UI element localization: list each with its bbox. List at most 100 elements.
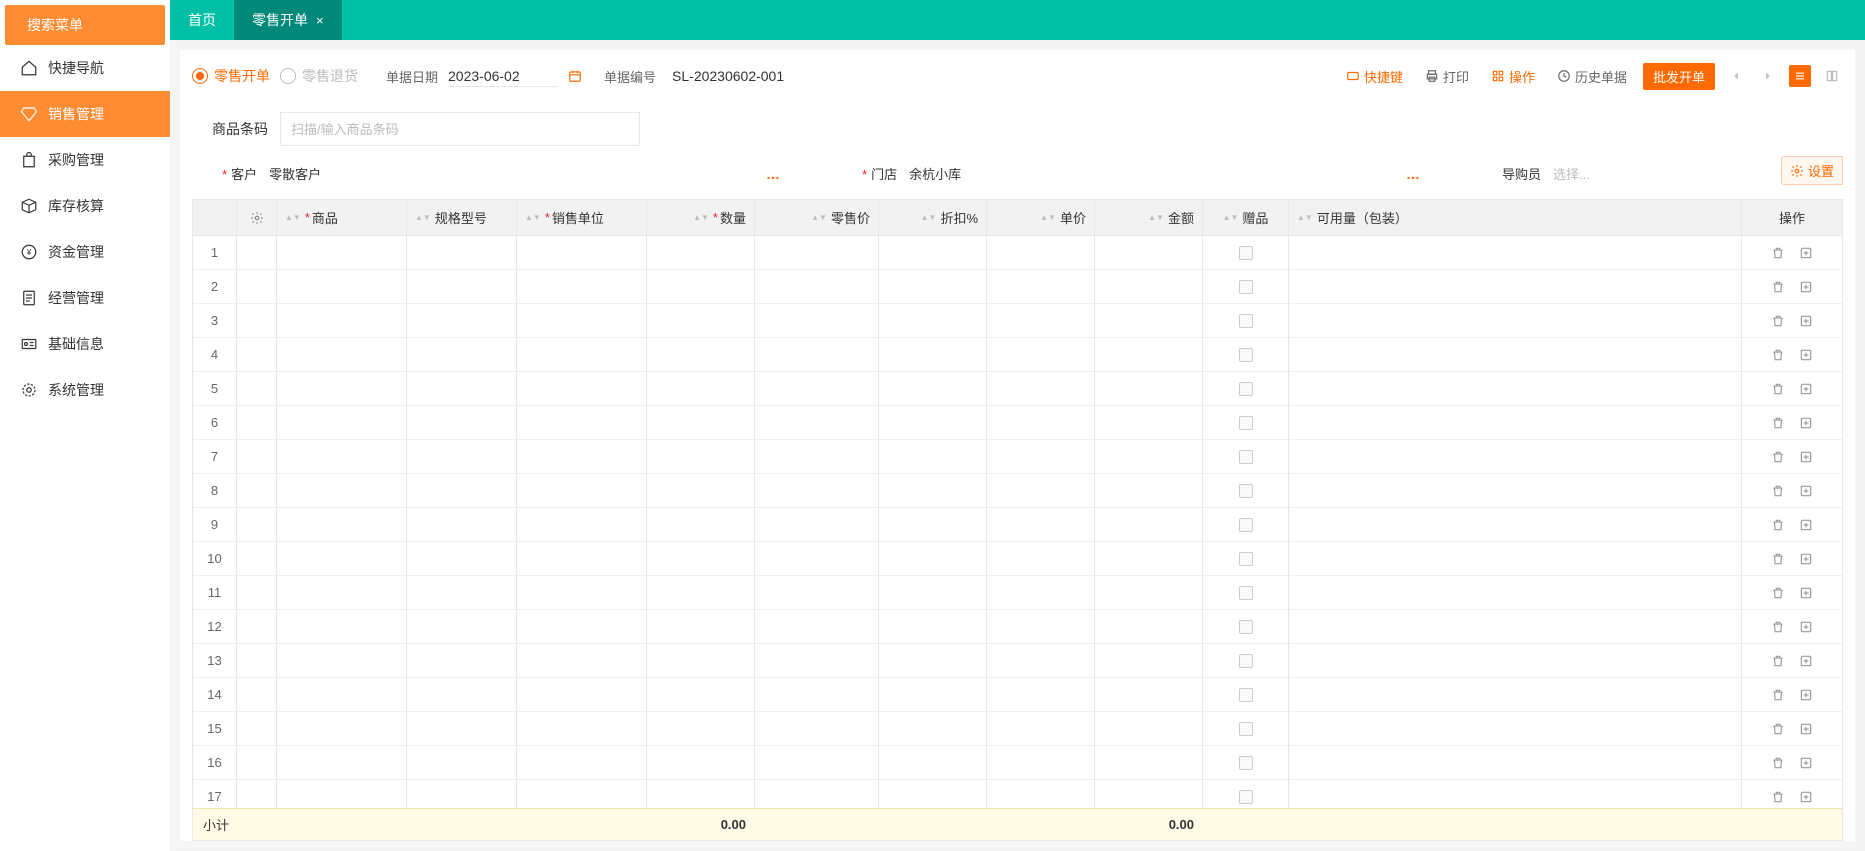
cell-discount[interactable] (879, 236, 987, 269)
cell-price[interactable] (755, 304, 879, 337)
batch-order-button[interactable]: 批发开单 (1643, 63, 1715, 90)
cell-unit[interactable] (517, 372, 647, 405)
cell-price[interactable] (755, 236, 879, 269)
cell-discount[interactable] (879, 440, 987, 473)
checkbox[interactable] (1239, 314, 1253, 328)
operate-button[interactable]: 操作 (1485, 67, 1541, 86)
cell-amount[interactable] (1095, 576, 1203, 609)
cell-amount[interactable] (1095, 236, 1203, 269)
cell-amount[interactable] (1095, 678, 1203, 711)
cell-price[interactable] (755, 610, 879, 643)
cell-gift[interactable] (1203, 644, 1289, 677)
delete-icon[interactable] (1770, 483, 1786, 499)
cell-qty[interactable] (647, 576, 755, 609)
guide-field[interactable]: 导购员 选择... (1502, 164, 1590, 183)
add-row-icon[interactable] (1798, 687, 1814, 703)
delete-icon[interactable] (1770, 245, 1786, 261)
cell-unit[interactable] (517, 746, 647, 779)
cell-amount[interactable] (1095, 712, 1203, 745)
cell-unit[interactable] (517, 542, 647, 575)
cell-amount[interactable] (1095, 406, 1203, 439)
cell-unit-price[interactable] (987, 542, 1095, 575)
cell-gift[interactable] (1203, 508, 1289, 541)
cell-amount[interactable] (1095, 610, 1203, 643)
cell-gift[interactable] (1203, 712, 1289, 745)
checkbox[interactable] (1239, 348, 1253, 362)
cell-discount[interactable] (879, 508, 987, 541)
cell-qty[interactable] (647, 508, 755, 541)
cell-gift[interactable] (1203, 406, 1289, 439)
add-row-icon[interactable] (1798, 279, 1814, 295)
checkbox[interactable] (1239, 382, 1253, 396)
cell-qty[interactable] (647, 338, 755, 371)
cell-discount[interactable] (879, 576, 987, 609)
cell-unit[interactable] (517, 304, 647, 337)
list-view-icon[interactable] (1789, 65, 1811, 87)
delete-icon[interactable] (1770, 721, 1786, 737)
sidebar-item-purchase[interactable]: 采购管理 (0, 137, 170, 183)
cell-product[interactable] (277, 678, 407, 711)
cell-product[interactable] (277, 746, 407, 779)
cell-price[interactable] (755, 508, 879, 541)
delete-icon[interactable] (1770, 381, 1786, 397)
cell-unit[interactable] (517, 270, 647, 303)
cell-spec[interactable] (407, 610, 517, 643)
cell-unit-price[interactable] (987, 780, 1095, 808)
cell-unit-price[interactable] (987, 678, 1095, 711)
table-row[interactable]: 16 (193, 746, 1842, 780)
add-row-icon[interactable] (1798, 347, 1814, 363)
cell-amount[interactable] (1095, 474, 1203, 507)
cell-price[interactable] (755, 270, 879, 303)
cell-unit-price[interactable] (987, 746, 1095, 779)
cell-gift[interactable] (1203, 304, 1289, 337)
sidebar-item-business[interactable]: 经营管理 (0, 275, 170, 321)
cell-discount[interactable] (879, 712, 987, 745)
th-discount[interactable]: ▲▼折扣% (879, 200, 987, 235)
add-row-icon[interactable] (1798, 619, 1814, 635)
add-row-icon[interactable] (1798, 585, 1814, 601)
cell-gift[interactable] (1203, 610, 1289, 643)
checkbox[interactable] (1239, 552, 1253, 566)
cell-qty[interactable] (647, 780, 755, 808)
cell-price[interactable] (755, 712, 879, 745)
delete-icon[interactable] (1770, 653, 1786, 669)
expand-icon[interactable] (1821, 65, 1843, 87)
cell-spec[interactable] (407, 270, 517, 303)
store-field[interactable]: *门店 余杭小库 (862, 164, 969, 183)
cell-discount[interactable] (879, 474, 987, 507)
delete-icon[interactable] (1770, 687, 1786, 703)
cell-price[interactable] (755, 780, 879, 808)
cell-discount[interactable] (879, 338, 987, 371)
sidebar-item-inventory[interactable]: 库存核算 (0, 183, 170, 229)
print-button[interactable]: 打印 (1419, 67, 1475, 86)
cell-qty[interactable] (647, 712, 755, 745)
cell-spec[interactable] (407, 338, 517, 371)
cell-qty[interactable] (647, 644, 755, 677)
cell-amount[interactable] (1095, 508, 1203, 541)
add-row-icon[interactable] (1798, 755, 1814, 771)
tab-home[interactable]: 首页 (170, 0, 234, 40)
cell-spec[interactable] (407, 236, 517, 269)
table-row[interactable]: 11 (193, 576, 1842, 610)
sidebar-item-funds[interactable]: ¥ 资金管理 (0, 229, 170, 275)
cell-unit-price[interactable] (987, 440, 1095, 473)
delete-icon[interactable] (1770, 347, 1786, 363)
table-row[interactable]: 14 (193, 678, 1842, 712)
cell-amount[interactable] (1095, 746, 1203, 779)
checkbox[interactable] (1239, 450, 1253, 464)
cell-product[interactable] (277, 780, 407, 808)
checkbox[interactable] (1239, 518, 1253, 532)
cell-unit-price[interactable] (987, 508, 1095, 541)
radio-retail-return[interactable]: 零售退货 (280, 66, 358, 86)
cell-unit-price[interactable] (987, 712, 1095, 745)
cell-product[interactable] (277, 304, 407, 337)
cell-amount[interactable] (1095, 338, 1203, 371)
add-row-icon[interactable] (1798, 517, 1814, 533)
table-row[interactable]: 13 (193, 644, 1842, 678)
table-row[interactable]: 1 (193, 236, 1842, 270)
cell-unit[interactable] (517, 406, 647, 439)
delete-icon[interactable] (1770, 415, 1786, 431)
th-spec[interactable]: ▲▼规格型号 (407, 200, 517, 235)
sidebar-item-quicknav[interactable]: 快捷导航 (0, 45, 170, 91)
sidebar-item-sales[interactable]: 销售管理 (0, 91, 170, 137)
